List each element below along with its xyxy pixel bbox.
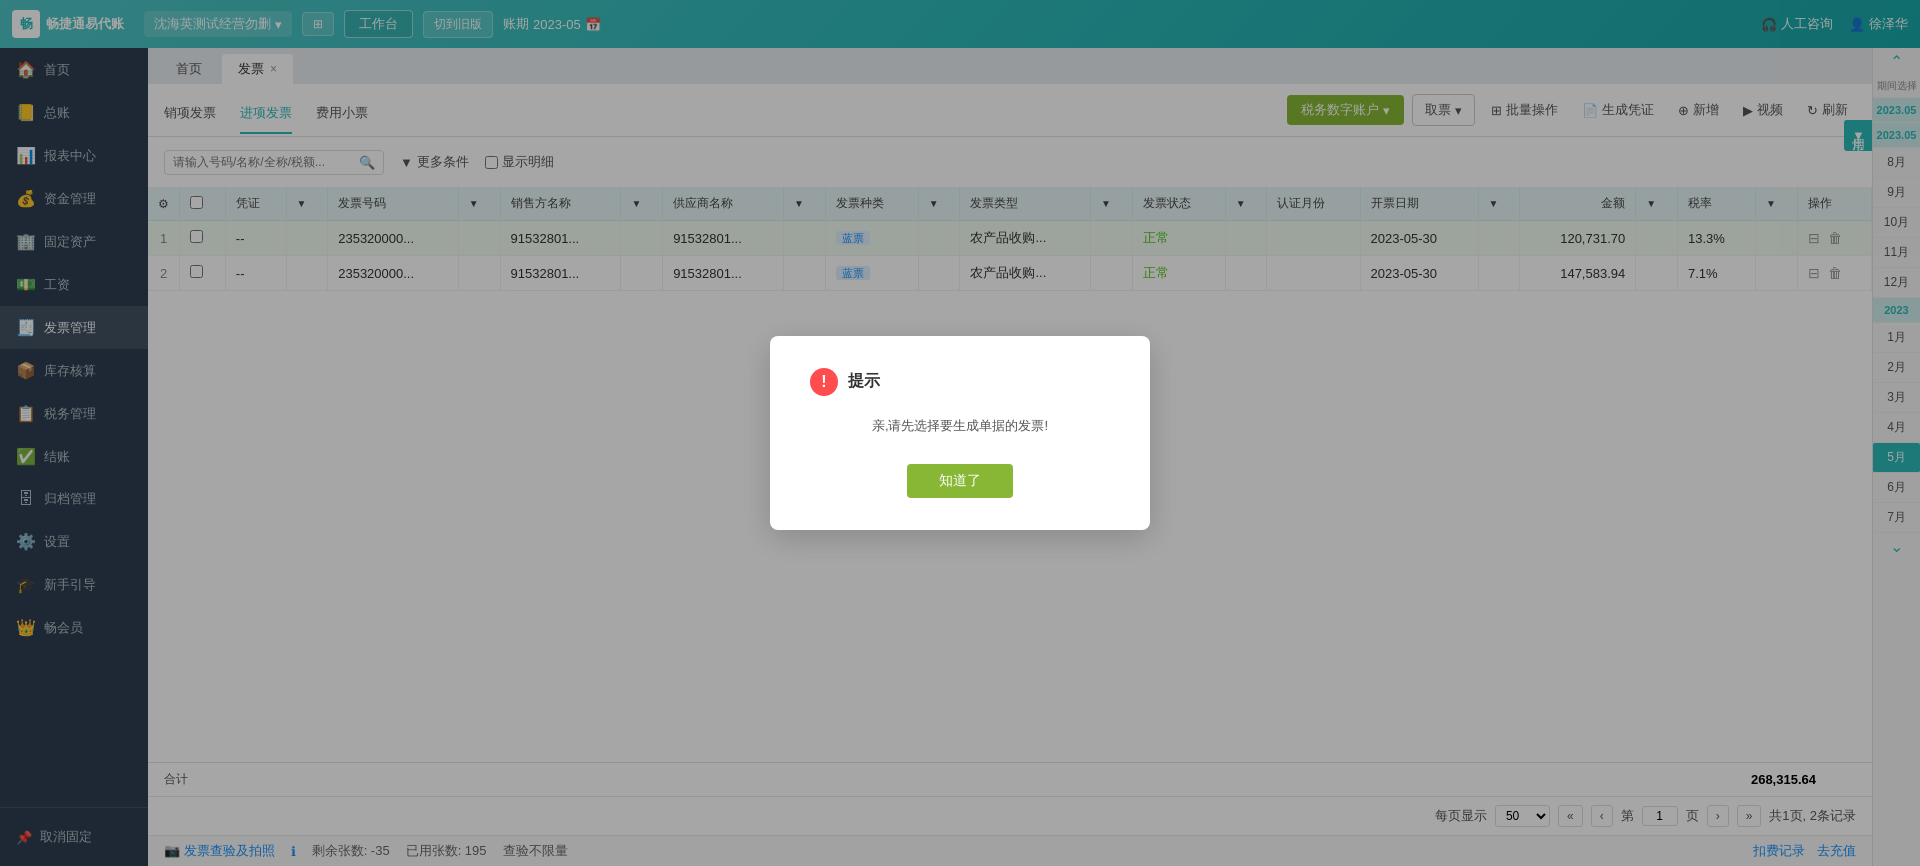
warning-icon: ! xyxy=(810,368,838,396)
modal-body: 亲,请先选择要生成单据的发票! xyxy=(810,416,1110,437)
modal-title-row: ! 提示 xyxy=(810,368,1110,396)
modal-message: 亲,请先选择要生成单据的发票! xyxy=(872,418,1048,433)
modal-overlay: ! 提示 亲,请先选择要生成单据的发票! 知道了 xyxy=(0,0,1920,866)
modal-footer: 知道了 xyxy=(810,464,1110,498)
modal-box: ! 提示 亲,请先选择要生成单据的发票! 知道了 xyxy=(770,336,1150,531)
modal-confirm-button[interactable]: 知道了 xyxy=(907,464,1013,498)
modal-title: 提示 xyxy=(848,371,880,392)
